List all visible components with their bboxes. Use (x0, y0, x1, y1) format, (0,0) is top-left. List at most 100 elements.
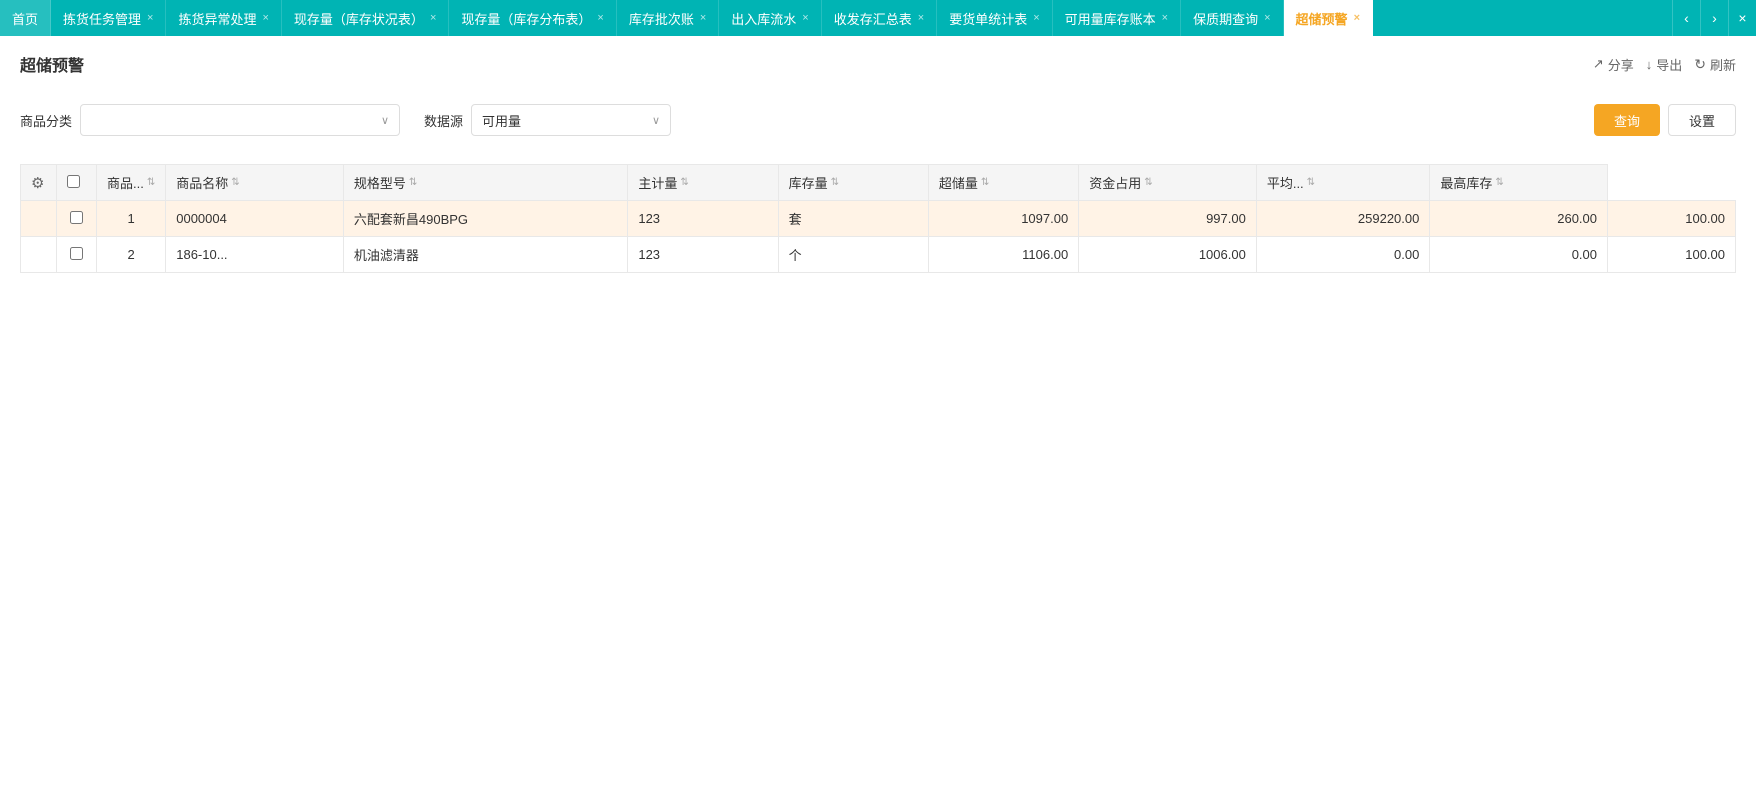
datasource-arrow-icon: ∨ (652, 114, 660, 127)
row-checkbox-0[interactable] (57, 201, 97, 237)
row-overstock-1: 1006.00 (1079, 237, 1257, 273)
refresh-button[interactable]: ↻ 刷新 (1694, 55, 1736, 74)
table-body: 1 0000004 六配套新昌490BPG 123 套 1097.00 997.… (21, 201, 1736, 273)
sort-icon-product-code: ⇅ (147, 177, 155, 188)
row-max-stock-1: 100.00 (1608, 237, 1736, 273)
page-title: 超储预警 (20, 52, 84, 76)
filter-bar: 商品分类 ∨ 数据源 可用量 ∨ 查询 设置 (20, 92, 1736, 148)
close-stock-status-tab[interactable]: × (430, 12, 436, 24)
row-unit-0: 套 (778, 201, 928, 237)
filter-buttons: 查询 设置 (1594, 104, 1736, 136)
th-product-name: 商品名称 ⇅ (166, 165, 344, 201)
close-inout-tab[interactable]: × (802, 12, 808, 24)
nav-home[interactable]: 首页 (0, 0, 51, 36)
select-all-checkbox[interactable] (67, 175, 80, 188)
table-row: 2 186-10... 机油滤清器 123 个 1106.00 1006.00 … (21, 237, 1736, 273)
row-capital-1: 0.00 (1256, 237, 1430, 273)
sort-stock[interactable]: 库存量 ⇅ (789, 173, 839, 192)
gear-icon[interactable]: ⚙ (31, 175, 44, 192)
close-batch-tab[interactable]: × (700, 12, 706, 24)
th-max-stock: 最高库存 ⇅ (1430, 165, 1608, 201)
nav-abnormal[interactable]: 拣货异常处理 × (166, 0, 281, 36)
nav-next-arrow[interactable]: › (1700, 0, 1728, 36)
nav-collect[interactable]: 收发存汇总表 × (822, 0, 937, 36)
nav-stock-status[interactable]: 现存量（库存状况表） × (282, 0, 449, 36)
nav-expiry[interactable]: 保质期查询 × (1181, 0, 1283, 36)
row-max-stock-0: 100.00 (1608, 201, 1736, 237)
th-capital: 资金占用 ⇅ (1079, 165, 1257, 201)
datasource-select[interactable]: 可用量 ∨ (471, 104, 671, 136)
share-icon: ↗ (1593, 56, 1604, 72)
row-product-name-1: 机油滤清器 (343, 237, 627, 273)
th-unit: 主计量 ⇅ (628, 165, 778, 201)
sort-avg[interactable]: 平均... ⇅ (1267, 173, 1315, 192)
sort-icon-max-stock: ⇅ (1495, 177, 1503, 188)
sort-overstock[interactable]: 超储量 ⇅ (939, 173, 989, 192)
row-cb-0[interactable] (70, 211, 83, 224)
sort-max-stock[interactable]: 最高库存 ⇅ (1440, 173, 1503, 192)
row-capital-0: 259220.00 (1256, 201, 1430, 237)
page-actions: ↗ 分享 ↓ 导出 ↻ 刷新 (1593, 55, 1736, 74)
close-expiry-tab[interactable]: × (1264, 12, 1270, 24)
close-abnormal-tab[interactable]: × (262, 12, 268, 24)
refresh-icon: ↻ (1694, 56, 1706, 73)
sort-icon-avg: ⇅ (1307, 177, 1315, 188)
th-stock: 库存量 ⇅ (778, 165, 928, 201)
sort-spec[interactable]: 规格型号 ⇅ (354, 173, 417, 192)
category-arrow-icon: ∨ (381, 114, 389, 127)
category-label: 商品分类 (20, 111, 72, 130)
nav-batch[interactable]: 库存批次账 × (617, 0, 719, 36)
page-content: 超储预警 ↗ 分享 ↓ 导出 ↻ 刷新 商品分类 ∨ 数据源 (0, 36, 1756, 800)
sort-product-name[interactable]: 商品名称 ⇅ (176, 173, 239, 192)
nav-order-stat[interactable]: 要货单统计表 × (937, 0, 1052, 36)
sort-product-code[interactable]: 商品... ⇅ (107, 173, 155, 192)
datasource-label: 数据源 (424, 111, 463, 130)
sort-icon-capital: ⇅ (1144, 177, 1152, 188)
close-stock-dist-tab[interactable]: × (597, 12, 603, 24)
nav-task[interactable]: 拣货任务管理 × (51, 0, 166, 36)
share-button[interactable]: ↗ 分享 (1593, 55, 1634, 74)
row-cb-1[interactable] (70, 247, 83, 260)
th-product-code: 商品... ⇅ (97, 165, 166, 201)
row-checkbox-1[interactable] (57, 237, 97, 273)
nav-usable[interactable]: 可用量库存账本 × (1053, 0, 1181, 36)
th-checkbox (57, 165, 97, 201)
close-order-stat-tab[interactable]: × (1033, 12, 1039, 24)
top-navigation: 首页 拣货任务管理 × 拣货异常处理 × 现存量（库存状况表） × 现存量（库存… (0, 0, 1756, 36)
nav-prev-arrow[interactable]: ‹ (1672, 0, 1700, 36)
table-header-row: ⚙ 商品... ⇅ 商品名称 ⇅ (21, 165, 1736, 201)
th-gear: ⚙ (21, 165, 57, 201)
nav-close-arrow[interactable]: × (1728, 0, 1756, 36)
row-gear-0 (21, 201, 57, 237)
export-icon: ↓ (1646, 57, 1653, 72)
sort-unit[interactable]: 主计量 ⇅ (638, 173, 688, 192)
row-stock-0: 1097.00 (928, 201, 1078, 237)
nav-overstock[interactable]: 超储预警 × (1284, 0, 1373, 36)
close-collect-tab[interactable]: × (918, 12, 924, 24)
row-index-0: 1 (97, 201, 166, 237)
row-gear-1 (21, 237, 57, 273)
sort-icon-product-name: ⇅ (231, 177, 239, 188)
category-filter-group: 商品分类 ∨ (20, 104, 400, 136)
row-stock-1: 1106.00 (928, 237, 1078, 273)
close-overstock-tab[interactable]: × (1354, 12, 1360, 24)
settings-button[interactable]: 设置 (1668, 104, 1736, 136)
sort-capital[interactable]: 资金占用 ⇅ (1089, 173, 1152, 192)
data-table: ⚙ 商品... ⇅ 商品名称 ⇅ (20, 164, 1736, 273)
sort-icon-stock: ⇅ (831, 177, 839, 188)
close-usable-tab[interactable]: × (1162, 12, 1168, 24)
export-button[interactable]: ↓ 导出 (1646, 55, 1683, 74)
row-product-code-1: 186-10... (166, 237, 344, 273)
nav-scroll-arrows: ‹ › × (1672, 0, 1756, 36)
query-button[interactable]: 查询 (1594, 104, 1660, 136)
sort-icon-spec: ⇅ (409, 177, 417, 188)
nav-inout[interactable]: 出入库流水 × (719, 0, 821, 36)
row-avg-0: 260.00 (1430, 201, 1608, 237)
nav-stock-dist[interactable]: 现存量（库存分布表） × (449, 0, 616, 36)
row-avg-1: 0.00 (1430, 237, 1608, 273)
row-product-name-0: 六配套新昌490BPG (343, 201, 627, 237)
row-overstock-0: 997.00 (1079, 201, 1257, 237)
close-task-tab[interactable]: × (147, 12, 153, 24)
category-select[interactable]: ∨ (80, 104, 400, 136)
datasource-value: 可用量 (482, 111, 521, 130)
